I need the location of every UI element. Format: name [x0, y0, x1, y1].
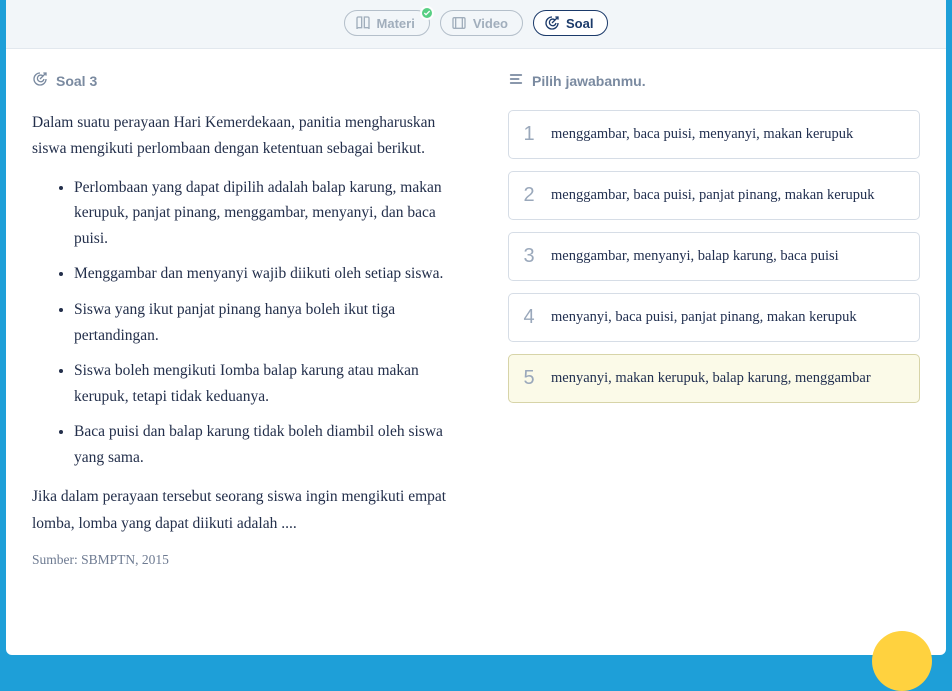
check-icon: [420, 6, 434, 20]
question-panel: Soal 3 Dalam suatu perayaan Hari Kemerde…: [32, 71, 472, 633]
decorative-circle: [872, 631, 932, 691]
tab-video-label: Video: [473, 16, 508, 31]
question-number: Soal 3: [56, 73, 97, 89]
answer-text: menyanyi, baca puisi, panjat pinang, mak…: [551, 307, 857, 328]
question-rule: Menggambar dan menyanyi wajib diikuti ol…: [74, 261, 472, 287]
target-icon: [544, 15, 560, 31]
answers-header-label: Pilih jawabanmu.: [532, 73, 646, 89]
question-intro: Dalam suatu perayaan Hari Kemerdekaan, p…: [32, 110, 472, 163]
tab-materi[interactable]: Materi: [344, 10, 430, 36]
answer-number: 2: [521, 181, 537, 210]
tab-bar: Materi Video Soal: [6, 0, 946, 49]
answers-panel: Pilih jawabanmu. 1 menggambar, baca puisi…: [508, 71, 920, 633]
answer-number: 5: [521, 364, 537, 393]
answer-option-5[interactable]: 5 menyanyi, makan kerupuk, balap karung, …: [508, 354, 920, 403]
list-icon: [508, 71, 524, 90]
answer-text: menggambar, menyanyi, balap karung, baca…: [551, 246, 839, 267]
question-rule: Baca puisi dan balap karung tidak boleh …: [74, 419, 472, 470]
answer-number: 4: [521, 303, 537, 332]
answer-text: menggambar, baca puisi, menyanyi, makan …: [551, 124, 853, 145]
answer-option-4[interactable]: 4 menyanyi, baca puisi, panjat pinang, ma…: [508, 293, 920, 342]
tab-soal[interactable]: Soal: [533, 10, 608, 36]
question-outro: Jika dalam perayaan tersebut seorang sis…: [32, 484, 472, 537]
target-icon: [32, 71, 48, 90]
question-rule: Siswa yang ikut panjat pinang hanya bole…: [74, 297, 472, 348]
tab-materi-label: Materi: [377, 16, 415, 31]
book-icon: [355, 15, 371, 31]
answer-option-1[interactable]: 1 menggambar, baca puisi, menyanyi, makan…: [508, 110, 920, 159]
tab-soal-label: Soal: [566, 16, 593, 31]
question-rules-list: Perlombaan yang dapat dipilih adalah bal…: [32, 175, 472, 471]
video-icon: [451, 15, 467, 31]
answers-header: Pilih jawabanmu.: [508, 71, 920, 90]
answer-number: 3: [521, 242, 537, 271]
question-rule: Perlombaan yang dapat dipilih adalah bal…: [74, 175, 472, 252]
question-rule: Siswa boleh mengikuti Iomba balap karung…: [74, 358, 472, 409]
answer-option-3[interactable]: 3 menggambar, menyanyi, balap karung, bac…: [508, 232, 920, 281]
tab-video[interactable]: Video: [440, 10, 523, 36]
answer-number: 1: [521, 120, 537, 149]
question-header: Soal 3: [32, 71, 472, 90]
answer-option-2[interactable]: 2 menggambar, baca puisi, panjat pinang, …: [508, 171, 920, 220]
answer-text: menggambar, baca puisi, panjat pinang, m…: [551, 185, 875, 206]
question-source: Sumber: SBMPTN, 2015: [32, 549, 472, 572]
answer-text: menyanyi, makan kerupuk, balap karung, m…: [551, 368, 871, 389]
